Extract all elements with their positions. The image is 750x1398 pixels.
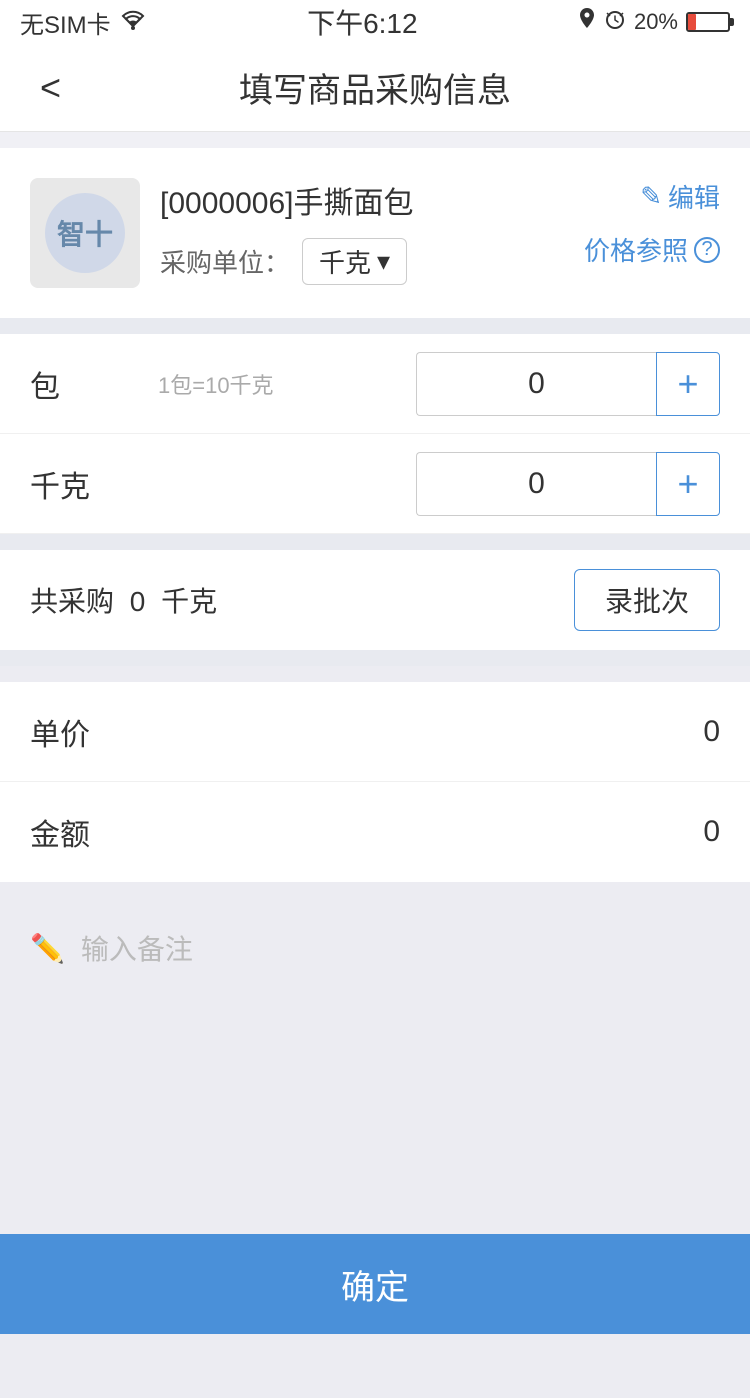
- bag-field-wrap: 0 +: [274, 352, 720, 416]
- unit-price-row: 单价 0: [0, 682, 750, 782]
- price-amount-section: 单价 0 金额 0: [0, 682, 750, 882]
- record-batch-button[interactable]: 录批次: [574, 569, 720, 631]
- price-ref-button[interactable]: 价格参照 ?: [584, 231, 720, 268]
- kg-input-row: 千克 0 +: [0, 434, 750, 534]
- status-left: 无SIM卡: [20, 5, 147, 40]
- amount-row: 金额 0: [0, 782, 750, 882]
- kg-field-wrap: 0 +: [150, 452, 720, 516]
- product-info: [0000006]手撕面包 采购单位： 千克 ▾: [160, 178, 564, 285]
- total-label: 共采购: [30, 586, 114, 617]
- edit-icon: ✎: [640, 181, 662, 212]
- battery-percentage: 20%: [634, 9, 678, 35]
- unit-price-value: 0: [703, 715, 720, 749]
- bag-sublabel: 1包=10千克: [158, 368, 274, 400]
- alarm-icon: [604, 8, 626, 36]
- unit-select[interactable]: 千克 ▾: [302, 238, 407, 285]
- section-divider-3: [0, 650, 750, 666]
- bag-label: 包: [30, 362, 150, 406]
- kg-plus-button[interactable]: +: [656, 452, 720, 516]
- remark-section[interactable]: ✏️ 输入备注: [0, 898, 750, 998]
- section-divider-1: [0, 318, 750, 334]
- product-right: ✎ 编辑 价格参照 ?: [584, 178, 720, 268]
- location-icon: [578, 8, 596, 36]
- kg-label: 千克: [30, 462, 150, 506]
- price-ref-label: 价格参照: [584, 231, 688, 268]
- edit-label: 编辑: [668, 178, 720, 215]
- help-icon: ?: [694, 237, 720, 263]
- wifi-icon: [119, 8, 147, 37]
- total-row: 共采购 0 千克 录批次: [0, 550, 750, 650]
- total-value: 0: [130, 586, 146, 617]
- carrier-label: 无SIM卡: [20, 5, 111, 40]
- unit-value: 千克: [319, 243, 371, 280]
- unit-price-label: 单价: [30, 710, 90, 754]
- nav-bar: < 填写商品采购信息: [0, 44, 750, 132]
- amount-label: 金额: [30, 810, 90, 854]
- product-name: [0000006]手撕面包: [160, 178, 564, 222]
- status-time: 下午6:12: [307, 2, 418, 42]
- section-divider-2: [0, 534, 750, 550]
- bag-input-row: 包 1包=10千克 0 +: [0, 334, 750, 434]
- main-content: 智十 [0000006]手撕面包 采购单位： 千克 ▾ ✎ 编辑 价格参照 ?: [0, 148, 750, 1398]
- product-card: 智十 [0000006]手撕面包 采购单位： 千克 ▾ ✎ 编辑 价格参照 ?: [0, 148, 750, 318]
- confirm-button[interactable]: 确定: [0, 1234, 750, 1334]
- battery-icon: [686, 12, 730, 32]
- remark-input[interactable]: 输入备注: [81, 928, 193, 968]
- total-text: 共采购 0 千克: [30, 580, 217, 620]
- edit-button[interactable]: ✎ 编辑: [640, 178, 720, 215]
- kg-input[interactable]: 0: [416, 452, 656, 516]
- input-section: 包 1包=10千克 0 + 千克 0 +: [0, 334, 750, 534]
- unit-label: 采购单位：: [160, 243, 290, 280]
- status-bar: 无SIM卡 下午6:12 20%: [0, 0, 750, 44]
- product-image: 智十: [30, 178, 140, 288]
- page-title: 填写商品采购信息: [239, 63, 511, 112]
- bag-plus-button[interactable]: +: [656, 352, 720, 416]
- dropdown-arrow-icon: ▾: [377, 246, 390, 277]
- amount-value: 0: [703, 815, 720, 849]
- status-right: 20%: [578, 8, 730, 36]
- product-unit-row: 采购单位： 千克 ▾: [160, 238, 564, 285]
- bag-input[interactable]: 0: [416, 352, 656, 416]
- pencil-icon: ✏️: [30, 932, 65, 965]
- total-unit: 千克: [161, 586, 217, 617]
- back-button[interactable]: <: [30, 57, 71, 119]
- product-logo: 智十: [45, 193, 125, 273]
